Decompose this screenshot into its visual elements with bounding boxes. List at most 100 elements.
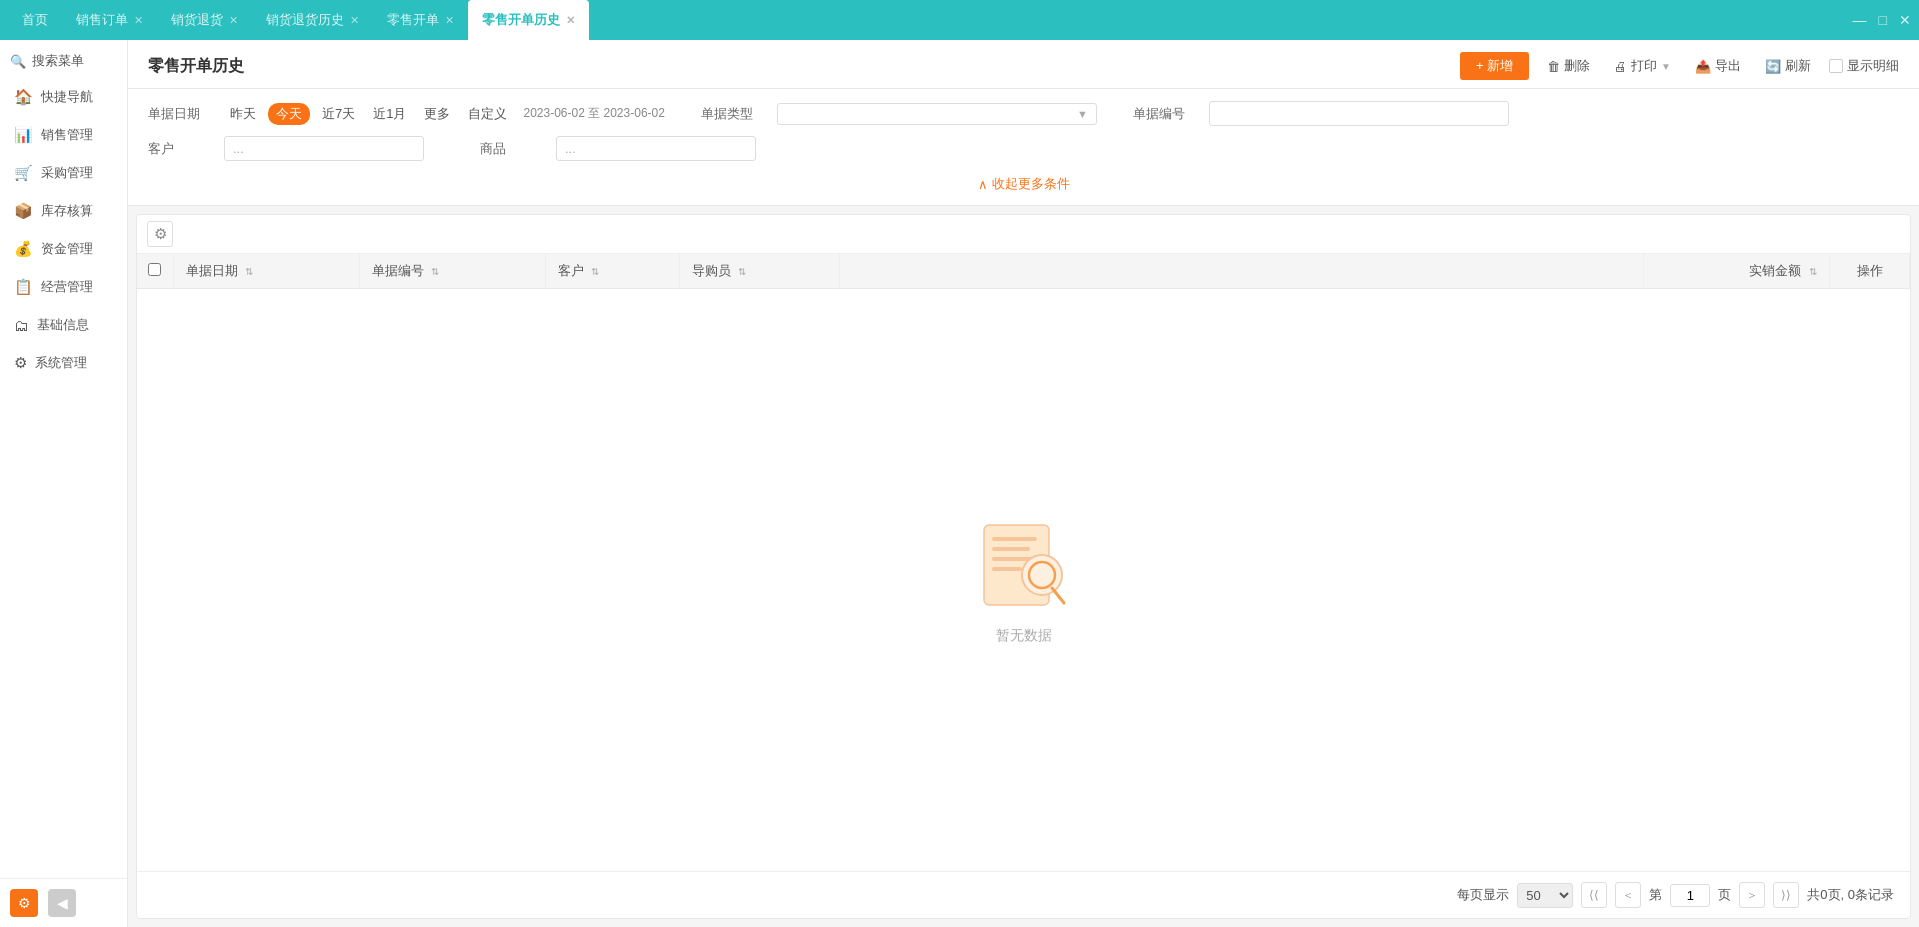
tab-sales-return[interactable]: 销货退货 ✕ bbox=[157, 0, 252, 40]
sidebar-item-quick-nav[interactable]: 🏠 快捷导航 bbox=[0, 78, 127, 116]
date-opt-more[interactable]: 更多 bbox=[418, 103, 456, 125]
filter-area: 单据日期 昨天 今天 近7天 近1月 更多 自定义 2023-06-02 至 2… bbox=[128, 89, 1919, 206]
refresh-button[interactable]: 🔄 刷新 bbox=[1759, 53, 1817, 79]
select-all-checkbox[interactable] bbox=[148, 263, 161, 276]
sidebar: 🔍 搜索菜单 🏠 快捷导航 📊 销售管理 🛒 采购管理 📦 库存核算 💰 资金管… bbox=[0, 40, 128, 927]
sidebar-item-quick-nav-label: 快捷导航 bbox=[41, 88, 93, 106]
tab-retail-open-history-label: 零售开单历史 bbox=[482, 11, 560, 29]
date-opt-yesterday[interactable]: 昨天 bbox=[224, 103, 262, 125]
show-detail-toggle[interactable]: 显示明细 bbox=[1829, 57, 1899, 75]
close-icon[interactable]: ✕ bbox=[445, 14, 454, 27]
sort-icon: ⇅ bbox=[245, 266, 253, 277]
th-customer-label: 客户 bbox=[558, 263, 584, 278]
th-spacer bbox=[839, 254, 1643, 289]
search-icon: 🔍 bbox=[10, 54, 26, 69]
svg-rect-1 bbox=[992, 537, 1037, 541]
tab-retail-open-history[interactable]: 零售开单历史 ✕ bbox=[468, 0, 589, 40]
export-button[interactable]: 📤 导出 bbox=[1689, 53, 1747, 79]
print-button[interactable]: 🖨 打印 ▼ bbox=[1608, 53, 1677, 79]
th-amount-label: 实销金额 bbox=[1749, 263, 1801, 278]
th-salesperson[interactable]: 导购员 ⇅ bbox=[679, 254, 839, 289]
page-label-pre: 第 bbox=[1649, 886, 1662, 904]
sidebar-item-sales-mgmt[interactable]: 📊 销售管理 bbox=[0, 116, 127, 154]
date-opt-custom[interactable]: 自定义 bbox=[462, 103, 513, 125]
sidebar-search[interactable]: 🔍 搜索菜单 bbox=[0, 40, 127, 78]
th-amount[interactable]: 实销金额 ⇅ bbox=[1643, 254, 1829, 289]
first-page-button[interactable]: ⟨⟨ bbox=[1581, 882, 1607, 908]
collapse-filter-btn[interactable]: ∧ 收起更多条件 bbox=[148, 171, 1899, 199]
checkbox-icon bbox=[1829, 59, 1843, 73]
filter-row-1: 单据日期 昨天 今天 近7天 近1月 更多 自定义 2023-06-02 至 2… bbox=[148, 101, 1899, 126]
sort-icon: ⇅ bbox=[431, 266, 439, 277]
th-no[interactable]: 单据编号 ⇅ bbox=[359, 254, 545, 289]
th-salesperson-label: 导购员 bbox=[692, 263, 731, 278]
print-dropdown-icon: ▼ bbox=[1661, 61, 1671, 72]
column-settings-icon[interactable]: ⚙ bbox=[147, 221, 173, 247]
date-options: 昨天 今天 近7天 近1月 更多 自定义 2023-06-02 至 2023-0… bbox=[224, 103, 665, 125]
top-tabbar: 首页 销售订单 ✕ 销货退货 ✕ 销货退货历史 ✕ 零售开单 ✕ 零售开单历史 … bbox=[0, 0, 1919, 40]
tab-retail-open-label: 零售开单 bbox=[387, 11, 439, 29]
close-icon[interactable]: ✕ bbox=[134, 14, 143, 27]
delete-icon: 🗑 bbox=[1547, 59, 1560, 74]
sidebar-item-base-info[interactable]: 🗂 基础信息 bbox=[0, 306, 127, 344]
tab-home-label: 首页 bbox=[22, 11, 48, 29]
filter-row-2: 客户 ... 商品 ... bbox=[148, 136, 1899, 161]
content-area: 零售开单历史 + 新增 🗑 删除 🖨 打印 ▼ 📤 导出 🔄 bbox=[128, 40, 1919, 927]
goods-label: 商品 bbox=[480, 140, 540, 158]
page-size-label: 每页显示 bbox=[1457, 886, 1509, 904]
th-date[interactable]: 单据日期 ⇅ bbox=[173, 254, 359, 289]
empty-text: 暂无数据 bbox=[996, 627, 1052, 645]
last-page-button[interactable]: ⟩⟩ bbox=[1773, 882, 1799, 908]
close-icon[interactable]: ✕ bbox=[350, 14, 359, 27]
bill-no-label: 单据编号 bbox=[1133, 105, 1193, 123]
operations-icon: 📋 bbox=[14, 278, 33, 296]
current-page-input[interactable]: 1 bbox=[1670, 884, 1710, 907]
bill-no-input[interactable] bbox=[1209, 101, 1509, 126]
svg-rect-2 bbox=[992, 547, 1030, 551]
maximize-icon[interactable]: □ bbox=[1879, 12, 1887, 28]
sidebar-item-finance[interactable]: 💰 资金管理 bbox=[0, 230, 127, 268]
tab-sales-order[interactable]: 销售订单 ✕ bbox=[62, 0, 157, 40]
sidebar-item-sys-mgmt[interactable]: ⚙ 系统管理 bbox=[0, 344, 127, 382]
sidebar-item-sys-mgmt-label: 系统管理 bbox=[35, 354, 87, 372]
print-icon: 🖨 bbox=[1614, 59, 1627, 74]
refresh-icon: 🔄 bbox=[1765, 59, 1781, 74]
sidebar-item-finance-label: 资金管理 bbox=[41, 240, 93, 258]
minimize-icon[interactable]: — bbox=[1853, 12, 1867, 28]
svg-rect-4 bbox=[992, 567, 1022, 571]
customer-input[interactable]: ... bbox=[224, 136, 424, 161]
sort-icon: ⇅ bbox=[738, 266, 746, 277]
collapse-sidebar-button[interactable]: ◀ bbox=[48, 889, 76, 917]
goods-input[interactable]: ... bbox=[556, 136, 756, 161]
close-window-icon[interactable]: ✕ bbox=[1899, 12, 1911, 28]
page-size-select[interactable]: 50 100 200 bbox=[1517, 883, 1573, 908]
close-icon[interactable]: ✕ bbox=[229, 14, 238, 27]
sidebar-item-inventory[interactable]: 📦 库存核算 bbox=[0, 192, 127, 230]
bill-type-select[interactable]: ▼ bbox=[777, 103, 1097, 125]
date-opt-last1m[interactable]: 近1月 bbox=[367, 103, 412, 125]
tab-sales-return-label: 销货退货 bbox=[171, 11, 223, 29]
date-opt-today[interactable]: 今天 bbox=[268, 103, 310, 125]
page-header: 零售开单历史 + 新增 🗑 删除 🖨 打印 ▼ 📤 导出 🔄 bbox=[128, 40, 1919, 89]
date-opt-last7[interactable]: 近7天 bbox=[316, 103, 361, 125]
th-date-label: 单据日期 bbox=[186, 263, 238, 278]
th-actions: 操作 bbox=[1830, 254, 1910, 289]
sidebar-item-inventory-label: 库存核算 bbox=[41, 202, 93, 220]
table-toolbar: ⚙ bbox=[137, 215, 1910, 254]
sidebar-item-operations[interactable]: 📋 经营管理 bbox=[0, 268, 127, 306]
settings-button[interactable]: ⚙ bbox=[10, 889, 38, 917]
sort-icon: ⇅ bbox=[1809, 266, 1817, 277]
page-title: 零售开单历史 bbox=[148, 56, 244, 77]
sidebar-bottom: ⚙ ◀ bbox=[0, 878, 127, 927]
close-icon[interactable]: ✕ bbox=[566, 14, 575, 27]
next-page-button[interactable]: ＞ bbox=[1739, 882, 1765, 908]
sidebar-item-operations-label: 经营管理 bbox=[41, 278, 93, 296]
sidebar-item-purchase-mgmt[interactable]: 🛒 采购管理 bbox=[0, 154, 127, 192]
delete-button[interactable]: 🗑 删除 bbox=[1541, 53, 1596, 79]
tab-retail-open[interactable]: 零售开单 ✕ bbox=[373, 0, 468, 40]
tab-home[interactable]: 首页 bbox=[8, 0, 62, 40]
prev-page-button[interactable]: ＜ bbox=[1615, 882, 1641, 908]
tab-sales-return-history[interactable]: 销货退货历史 ✕ bbox=[252, 0, 373, 40]
th-customer[interactable]: 客户 ⇅ bbox=[545, 254, 679, 289]
add-button[interactable]: + 新增 bbox=[1460, 52, 1529, 80]
